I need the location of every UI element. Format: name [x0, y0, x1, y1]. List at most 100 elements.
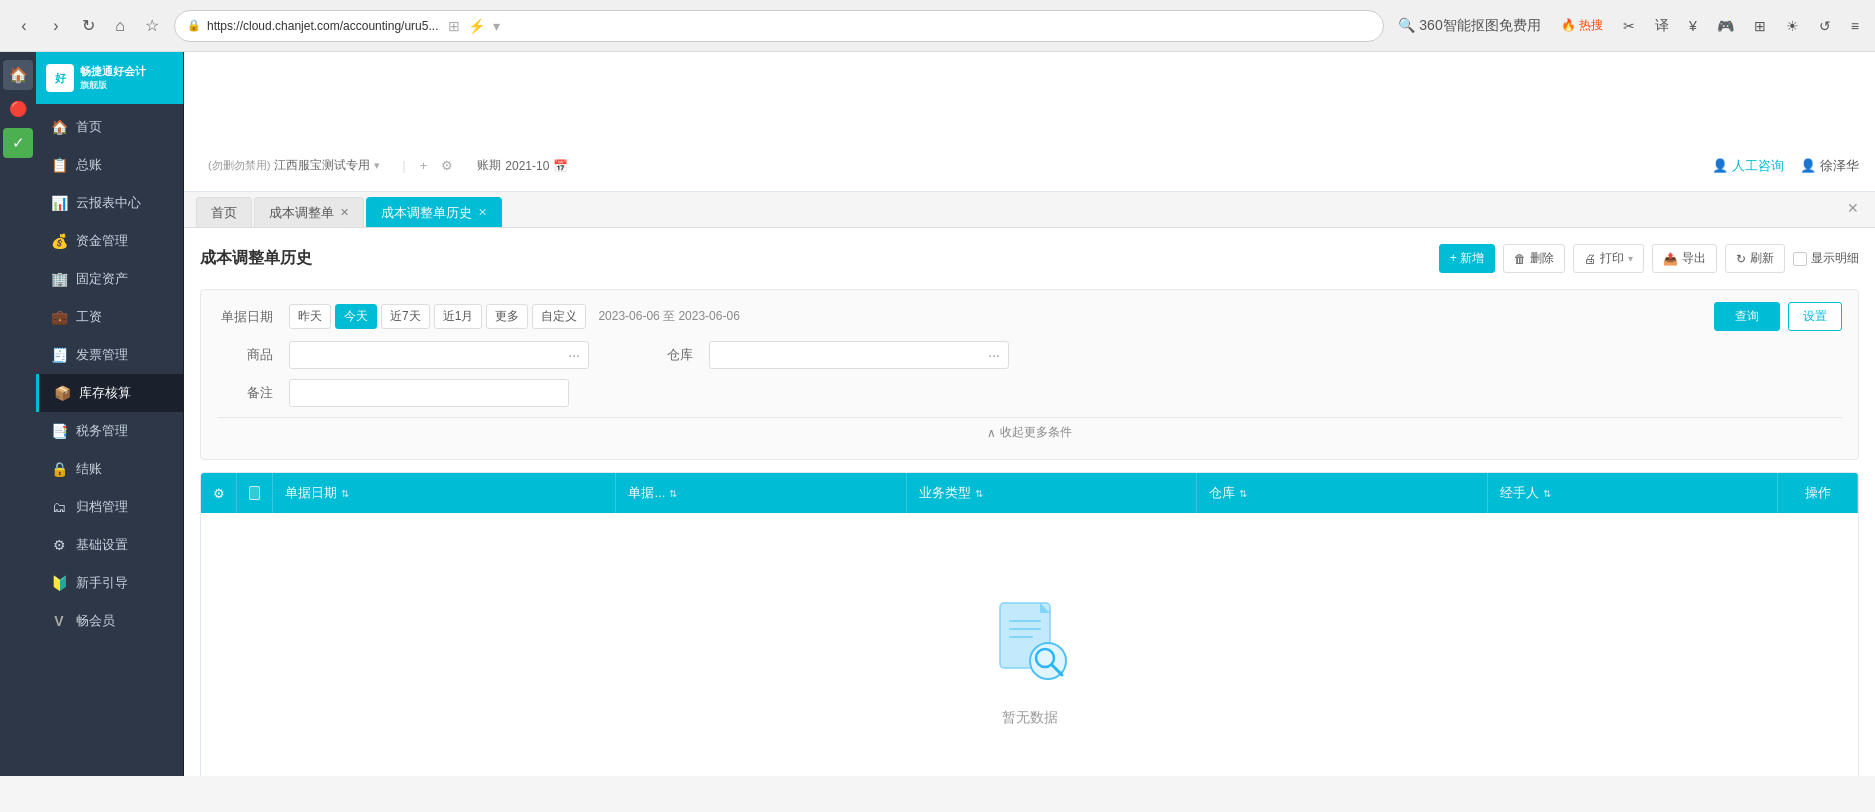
icon-bar-main[interactable]: 🏠 — [3, 60, 33, 90]
wallet-tool[interactable]: ¥ — [1683, 16, 1703, 36]
sidebar-label-ledger: 总账 — [76, 156, 102, 174]
filter-settings-btn[interactable]: 设置 — [1788, 302, 1842, 331]
th-gear[interactable]: ⚙ — [201, 473, 237, 513]
brightness-tool[interactable]: ☀ — [1780, 16, 1805, 36]
th-biz[interactable]: 业务类型 ⇅ — [907, 473, 1197, 513]
calendar-icon[interactable]: 📅 — [553, 159, 568, 173]
undo-tool[interactable]: ↺ — [1813, 16, 1837, 36]
warehouse-more-icon[interactable]: ··· — [988, 347, 1000, 363]
sidebar-item-salary[interactable]: 💼 工资 — [36, 298, 183, 336]
th-handler[interactable]: 经手人 ⇅ — [1488, 473, 1778, 513]
th-no[interactable]: 单据... ⇅ — [616, 473, 906, 513]
user-name: 徐泽华 — [1820, 157, 1859, 175]
company-selector[interactable]: (勿删勿禁用) (勿删勿禁用) 江西服宝测试专用 江西服宝测试专用 ▾ — [200, 153, 388, 178]
sidebar-item-tax[interactable]: 📑 税务管理 — [36, 412, 183, 450]
menu-tool[interactable]: ≡ — [1845, 16, 1865, 36]
th-date[interactable]: 单据日期 ⇅ — [273, 473, 616, 513]
sidebar-item-guide[interactable]: 🔰 新手引导 — [36, 564, 183, 602]
sidebar-label-member: 畅会员 — [76, 612, 115, 630]
header-checkbox[interactable] — [249, 486, 260, 500]
date-btn-today[interactable]: 今天 — [335, 304, 377, 329]
table-container: ⚙ 单据日期 ⇅ 单据... ⇅ 业务类型 ⇅ 仓库 — [200, 472, 1859, 776]
sidebar-item-invoice[interactable]: 🧾 发票管理 — [36, 336, 183, 374]
empty-illustration — [980, 593, 1080, 693]
collapse-btn[interactable]: ∧ 收起更多条件 — [217, 417, 1842, 447]
grid-tool[interactable]: ⊞ — [1748, 16, 1772, 36]
tab-home[interactable]: 首页 — [196, 197, 252, 227]
forbidden-label: (勿删勿禁用) — [208, 158, 270, 173]
close-all-tabs-btn[interactable]: ✕ — [1847, 200, 1859, 216]
display-checkbox[interactable] — [1793, 252, 1807, 266]
th-check[interactable] — [237, 473, 273, 513]
warehouse-select[interactable]: ··· — [709, 341, 1009, 369]
product-select[interactable]: ··· — [289, 341, 589, 369]
collapse-label: 收起更多条件 — [1000, 424, 1072, 441]
tab-cost-adj-close[interactable]: ✕ — [340, 206, 349, 219]
browser-chrome: ‹ › ↻ ⌂ ☆ 🔒 https://cloud.chanjet.com/ac… — [0, 0, 1875, 52]
dropdown-icon[interactable]: ▾ — [493, 18, 500, 34]
bookmark-button[interactable]: ☆ — [138, 12, 166, 40]
delete-btn[interactable]: 🗑 删除 — [1503, 244, 1565, 273]
print-dropdown-icon[interactable]: ▾ — [1628, 253, 1633, 264]
date-btn-7days[interactable]: 近7天 — [381, 304, 430, 329]
tab-cost-hist[interactable]: 成本调整单历史 ✕ — [366, 197, 502, 227]
forward-button[interactable]: › — [42, 12, 70, 40]
back-button[interactable]: ‹ — [10, 12, 38, 40]
user-info[interactable]: 👤 徐泽华 — [1800, 157, 1859, 175]
export-btn[interactable]: 📤 导出 — [1652, 244, 1717, 273]
icon-bar-green[interactable]: ✓ — [3, 128, 33, 158]
scissors-tool[interactable]: ✂ — [1617, 16, 1641, 36]
translate-tool[interactable]: 译 — [1649, 15, 1675, 37]
game-tool[interactable]: 🎮 — [1711, 16, 1740, 36]
warehouse-filter-label: 仓库 — [637, 346, 693, 364]
display-toggle[interactable]: 显示明细 — [1793, 250, 1859, 267]
company-dropdown-icon[interactable]: ▾ — [374, 159, 380, 172]
print-btn[interactable]: 🖨 打印 ▾ — [1573, 244, 1644, 273]
delete-icon: 🗑 — [1514, 252, 1526, 266]
page-title: 成本调整单历史 — [200, 248, 312, 269]
lightning-icon[interactable]: ⚡ — [468, 18, 485, 34]
date-btn-yesterday[interactable]: 昨天 — [289, 304, 331, 329]
remark-input[interactable] — [289, 379, 569, 407]
product-more-icon[interactable]: ··· — [568, 347, 580, 363]
date-btn-custom[interactable]: 自定义 — [532, 304, 586, 329]
search-tool[interactable]: 🔍 360智能抠图免费用 — [1392, 15, 1546, 37]
sidebar-item-reports[interactable]: 📊 云报表中心 — [36, 184, 183, 222]
add-company-btn[interactable]: + — [420, 158, 428, 173]
content-tabs: 首页 成本调整单 ✕ 成本调整单历史 ✕ ✕ — [184, 192, 1875, 228]
home-button[interactable]: ⌂ — [106, 12, 134, 40]
sidebar-item-fixed-assets[interactable]: 🏢 固定资产 — [36, 260, 183, 298]
sidebar-item-archive[interactable]: 🗂 归档管理 — [36, 488, 183, 526]
filter-area: 单据日期 昨天 今天 近7天 近1月 更多 自定义 2023-06-06 至 2… — [200, 289, 1859, 460]
tab-cost-adj[interactable]: 成本调整单 ✕ — [254, 197, 364, 227]
reload-button[interactable]: ↻ — [74, 12, 102, 40]
settings-gear-icon[interactable]: ⚙ — [441, 158, 453, 173]
sidebar-item-inventory[interactable]: 📦 库存核算 — [36, 374, 183, 412]
th-warehouse[interactable]: 仓库 ⇅ — [1197, 473, 1487, 513]
address-bar[interactable]: 🔒 https://cloud.chanjet.com/accounting/u… — [174, 10, 1384, 42]
extensions-icon[interactable]: ⊞ — [448, 18, 460, 34]
search-btn[interactable]: 查询 — [1714, 302, 1780, 331]
service-label: 人工咨询 — [1732, 157, 1784, 175]
hot-search[interactable]: 🔥 热搜 — [1555, 15, 1609, 36]
sidebar-item-member[interactable]: V 畅会员 — [36, 602, 183, 640]
table-header: ⚙ 单据日期 ⇅ 单据... ⇅ 业务类型 ⇅ 仓库 — [201, 473, 1858, 513]
settings-icon: ⚙ — [50, 537, 68, 553]
icon-bar-weibo[interactable]: 🔴 — [3, 94, 33, 124]
icon-bar: 🏠 🔴 ✓ — [0, 52, 36, 776]
date-btn-1month[interactable]: 近1月 — [434, 304, 483, 329]
sidebar-item-finance[interactable]: 💰 资金管理 — [36, 222, 183, 260]
sidebar-item-settings[interactable]: ⚙ 基础设置 — [36, 526, 183, 564]
tab-cost-hist-close[interactable]: ✕ — [478, 206, 487, 219]
th-biz-sort-icon: ⇅ — [975, 488, 983, 499]
sidebar-item-home[interactable]: 🏠 首页 — [36, 108, 183, 146]
add-btn[interactable]: + 新增 — [1439, 244, 1495, 273]
sidebar-label-inventory: 库存核算 — [79, 384, 131, 402]
sidebar-item-ledger[interactable]: 📋 总账 — [36, 146, 183, 184]
sidebar-item-closing[interactable]: 🔒 结账 — [36, 450, 183, 488]
sidebar-label-settings: 基础设置 — [76, 536, 128, 554]
service-btn[interactable]: 👤 人工咨询 — [1712, 157, 1784, 175]
date-btn-more[interactable]: 更多 — [486, 304, 528, 329]
home-icon: 🏠 — [50, 119, 68, 135]
refresh-btn[interactable]: ↻ 刷新 — [1725, 244, 1785, 273]
